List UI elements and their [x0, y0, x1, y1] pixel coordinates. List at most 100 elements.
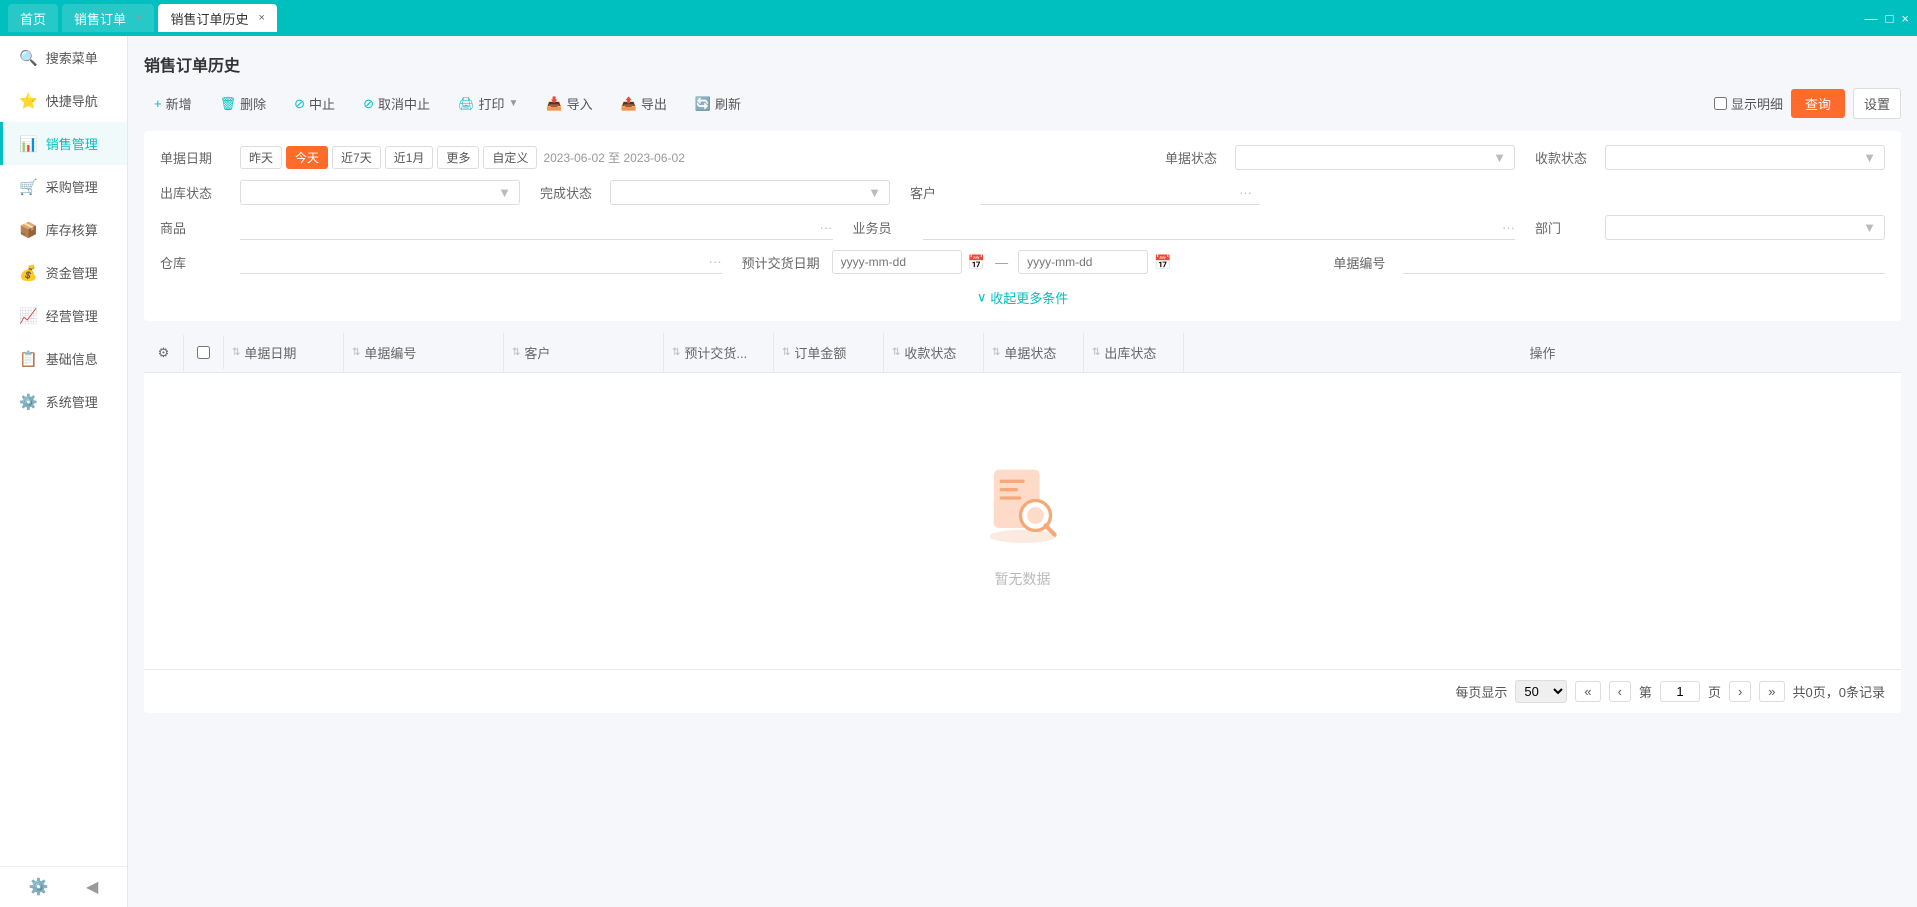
sidebar-item-search[interactable]: 🔍 搜索菜单 — [0, 36, 127, 79]
order-no-input[interactable] — [1403, 250, 1885, 273]
tab-sales-history-close[interactable]: × — [258, 12, 264, 24]
sidebar-item-purchase[interactable]: 🛒 采购管理 — [0, 165, 127, 208]
btn-custom[interactable]: 自定义 — [483, 146, 537, 169]
warehouse-dots[interactable]: ··· — [709, 254, 722, 269]
add-button[interactable]: + 新增 — [144, 89, 202, 118]
search-icon: 🔍 — [19, 49, 38, 67]
tab-home[interactable]: 首页 — [8, 4, 58, 32]
col-customer-sort-icon[interactable]: ⇅ — [512, 347, 520, 358]
star-icon: ⭐ — [19, 92, 38, 110]
col-amount-sort-icon[interactable]: ⇅ — [782, 347, 790, 358]
salesperson-dots[interactable]: ··· — [1502, 220, 1515, 235]
col-expected-sort-icon[interactable]: ⇅ — [672, 347, 680, 358]
expected-date-from[interactable] — [832, 250, 962, 274]
sidebar-item-system[interactable]: ⚙️ 系统管理 — [0, 380, 127, 423]
collapse-btn[interactable]: ∧ 收起更多条件 — [160, 284, 1885, 307]
col-date-sort-icon[interactable]: ⇅ — [232, 347, 240, 358]
ship-status-select[interactable]: ▼ — [240, 180, 520, 205]
calendar-to-icon[interactable]: 📅 — [1154, 254, 1171, 271]
date-range-display: 2023-06-02 至 2023-06-02 — [543, 149, 684, 166]
complete-status-select[interactable]: ▼ — [610, 180, 890, 205]
expected-date-to[interactable] — [1018, 250, 1148, 274]
col-receipt-status: ⇅ 收款状态 — [884, 333, 984, 372]
order-status-arrow: ▼ — [1493, 150, 1506, 165]
sidebar-item-basics[interactable]: 📋 基础信息 — [0, 337, 127, 380]
display-checkbox[interactable] — [1714, 97, 1727, 110]
col-order-no: ⇅ 单据编号 — [344, 333, 504, 372]
col-settings[interactable]: ⚙ — [144, 335, 184, 371]
current-page-input[interactable] — [1660, 681, 1700, 702]
chevron-icon: ∧ — [977, 290, 987, 306]
filter-label-order-status: 单据状态 — [1165, 148, 1235, 167]
btn-more[interactable]: 更多 — [437, 146, 479, 169]
col-order-no-label: 单据编号 — [364, 343, 416, 362]
display-option[interactable]: 显示明细 — [1714, 94, 1783, 113]
query-button[interactable]: 查询 — [1791, 89, 1845, 118]
print-button[interactable]: 🖨 打印 ▼ — [448, 89, 528, 118]
close-button[interactable]: × — [1901, 11, 1909, 26]
salesperson-input[interactable] — [923, 216, 1499, 239]
refresh-button[interactable]: 🔄 刷新 — [685, 89, 751, 118]
sidebar-settings-icon[interactable]: ⚙️ — [29, 877, 49, 897]
empty-text: 暂无数据 — [995, 569, 1051, 589]
btn-today[interactable]: 今天 — [286, 146, 328, 169]
maximize-button[interactable]: □ — [1886, 11, 1894, 26]
per-page-select[interactable]: 50 10 20 100 — [1515, 680, 1567, 703]
date-quick-controls: 昨天 今天 近7天 近1月 更多 自定义 2023-06-02 至 2023-0… — [240, 146, 1145, 169]
filter-label-goods: 商品 — [160, 218, 240, 237]
sidebar-item-finance[interactable]: 💰 资金管理 — [0, 251, 127, 294]
btn-7days[interactable]: 近7天 — [332, 146, 381, 169]
goods-dots[interactable]: ··· — [820, 220, 833, 235]
import-button[interactable]: 📥 导入 — [536, 89, 602, 118]
sidebar-item-operations[interactable]: 📈 经营管理 — [0, 294, 127, 337]
toolbar: + 新增 🗑 删除 ⊘ 中止 ⊘ 取消中止 🖨 打印 ▼ 📥 — [144, 88, 1901, 119]
first-page-button[interactable]: « — [1575, 681, 1600, 702]
goods-input[interactable] — [240, 216, 816, 239]
tab-sales-order[interactable]: 销售订单 × — [62, 4, 154, 32]
next-page-button[interactable]: › — [1729, 681, 1751, 702]
last-page-button[interactable]: » — [1759, 681, 1784, 702]
settings-gear-icon[interactable]: ⚙ — [158, 345, 170, 361]
filter-row-3: 商品 ··· 业务员 ··· 部门 ▼ — [160, 215, 1885, 240]
collapse-label: 收起更多条件 — [990, 288, 1068, 307]
tab-sales-order-close[interactable]: × — [136, 12, 142, 24]
col-ship-status-sort-icon[interactable]: ⇅ — [1092, 347, 1100, 358]
col-order-status-sort-icon[interactable]: ⇅ — [992, 347, 1000, 358]
export-button[interactable]: 📤 导出 — [611, 89, 677, 118]
tab-sales-history[interactable]: 销售订单历史 × — [158, 4, 276, 32]
receipt-status-select[interactable]: ▼ — [1605, 145, 1885, 170]
sidebar-item-inventory-label: 库存核算 — [46, 220, 98, 239]
customer-select[interactable]: ··· — [980, 181, 1260, 205]
col-receipt-status-label: 收款状态 — [904, 343, 956, 362]
btn-yesterday[interactable]: 昨天 — [240, 146, 282, 169]
dept-select[interactable]: ▼ — [1605, 215, 1885, 240]
col-receipt-status-sort-icon[interactable]: ⇅ — [892, 347, 900, 358]
empty-state: 暂无数据 — [144, 373, 1901, 669]
sidebar-item-sales[interactable]: 📊 销售管理 — [0, 122, 127, 165]
minimize-button[interactable]: — — [1865, 11, 1878, 26]
filter-row-2: 出库状态 ▼ 完成状态 ▼ 客户 ··· — [160, 180, 1885, 205]
settings-button[interactable]: 设置 — [1853, 88, 1901, 119]
sidebar-item-inventory[interactable]: 📦 库存核算 — [0, 208, 127, 251]
customer-dots: ··· — [1239, 185, 1252, 200]
calendar-from-icon[interactable]: 📅 — [968, 254, 985, 271]
cancel-stop-label: 取消中止 — [378, 94, 430, 113]
stop-button[interactable]: ⊘ 中止 — [284, 89, 345, 118]
sidebar-collapse-icon[interactable]: ◀ — [86, 877, 98, 897]
cancel-stop-button[interactable]: ⊘ 取消中止 — [353, 89, 440, 118]
empty-illustration — [973, 453, 1073, 553]
prev-page-button[interactable]: ‹ — [1609, 681, 1631, 702]
sidebar-item-purchase-label: 采购管理 — [46, 177, 98, 196]
btn-1month[interactable]: 近1月 — [385, 146, 434, 169]
delete-button[interactable]: 🗑 删除 — [210, 89, 277, 118]
sidebar-item-quicknav[interactable]: ⭐ 快捷导航 — [0, 79, 127, 122]
order-status-select[interactable]: ▼ — [1235, 145, 1515, 170]
page-label-post: 页 — [1708, 682, 1721, 701]
warehouse-input[interactable] — [240, 250, 705, 273]
col-order-no-sort-icon[interactable]: ⇅ — [352, 347, 360, 358]
select-all-checkbox[interactable] — [197, 346, 210, 359]
col-expected-label: 预计交货... — [684, 343, 747, 362]
col-checkbox[interactable] — [184, 336, 224, 369]
top-bar: 首页 销售订单 × 销售订单历史 × — □ × — [0, 0, 1917, 36]
filter-label-expected-date: 预计交货日期 — [742, 253, 832, 272]
